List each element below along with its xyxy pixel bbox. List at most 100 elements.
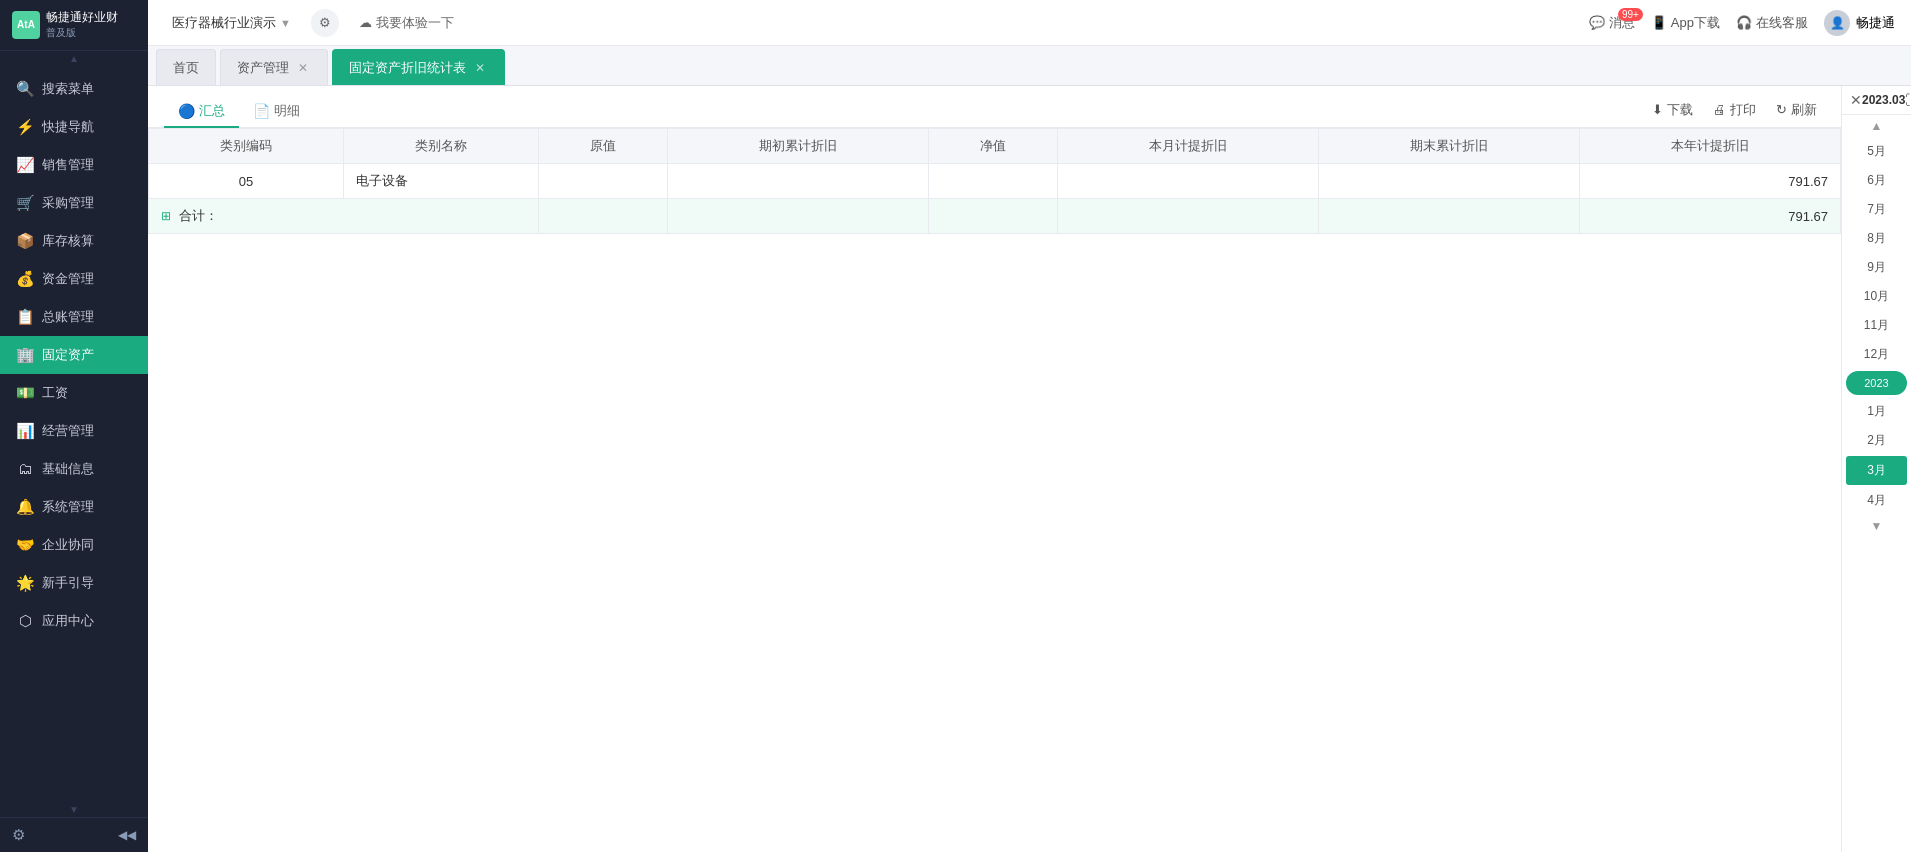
date-month-7[interactable]: 7月 xyxy=(1842,195,1911,224)
sidebar-item-system[interactable]: 🔔 系统管理 xyxy=(0,488,148,526)
sidebar: AtA 畅捷通好业财 普及版 ▲ 🔍 搜索菜单 ⚡ 快捷导航 📈 销售管理 🛒 … xyxy=(0,0,148,852)
settings-icon[interactable]: ⚙ xyxy=(12,826,25,844)
trial-label: 我要体验一下 xyxy=(376,14,454,32)
depreciation-table: 类别编码 类别名称 原值 期初累计折旧 净值 本月计提折旧 期末累计折旧 本年计… xyxy=(148,128,1841,234)
scroll-down-btn[interactable]: ▼ xyxy=(0,802,148,817)
company-name: 医疗器械行业演示 xyxy=(172,14,276,32)
sidebar-item-inventory-label: 库存核算 xyxy=(42,232,94,250)
quicknav-icon: ⚡ xyxy=(16,118,34,136)
sidebar-item-inventory[interactable]: 📦 库存核算 xyxy=(0,222,148,260)
cell-code: 05 xyxy=(149,164,344,199)
main-area: 医疗器械行业演示 ▼ ⚙ ☁ 我要体验一下 💬 消息 99+ 📱 App下载 🎧… xyxy=(148,0,1911,852)
inventory-icon: 📦 xyxy=(16,232,34,250)
app-logo: AtA 畅捷通好业财 普及版 xyxy=(0,0,148,51)
date-year-2023[interactable]: 2023 xyxy=(1846,371,1907,395)
cell-annual-depreciation: 791.67 xyxy=(1580,164,1841,199)
user-area[interactable]: 👤 畅捷通 xyxy=(1824,10,1895,36)
th-annual-depreciation: 本年计提折旧 xyxy=(1580,129,1841,164)
sidebar-item-fixed[interactable]: 🏢 固定资产 xyxy=(0,336,148,374)
date-month-11[interactable]: 11月 xyxy=(1842,311,1911,340)
tab-home[interactable]: 首页 xyxy=(156,49,216,85)
sidebar-item-guide-label: 新手引导 xyxy=(42,574,94,592)
tab-depreciation-label: 固定资产折旧统计表 xyxy=(349,59,466,77)
tab-depreciation-close[interactable]: ✕ xyxy=(472,60,488,76)
refresh-label: 刷新 xyxy=(1791,101,1817,119)
fixed-icon: 🏢 xyxy=(16,346,34,364)
download-icon: 📱 xyxy=(1651,15,1667,30)
customer-service-btn[interactable]: 🎧 在线客服 xyxy=(1736,14,1808,32)
collapse-icon[interactable]: ◀◀ xyxy=(118,828,136,842)
date-month-4[interactable]: 4月 xyxy=(1842,486,1911,515)
tab-asset-mgmt[interactable]: 资产管理 ✕ xyxy=(220,49,328,85)
date-month-6[interactable]: 6月 xyxy=(1842,166,1911,195)
sidebar-item-appcenter-label: 应用中心 xyxy=(42,612,94,630)
date-month-9[interactable]: 9月 xyxy=(1842,253,1911,282)
refresh-icon: ↻ xyxy=(1776,102,1787,117)
scroll-up-btn[interactable]: ▲ xyxy=(0,51,148,66)
date-month-5[interactable]: 5月 xyxy=(1842,137,1911,166)
trial-icon: ☁ xyxy=(359,15,372,30)
date-month-8[interactable]: 8月 xyxy=(1842,224,1911,253)
sidebar-item-ledger-label: 总账管理 xyxy=(42,308,94,326)
sidebar-item-quicknav[interactable]: ⚡ 快捷导航 xyxy=(0,108,148,146)
date-panel-close[interactable]: ✕ xyxy=(1850,92,1862,108)
date-month-2[interactable]: 2月 xyxy=(1842,426,1911,455)
username: 畅捷通 xyxy=(1856,14,1895,32)
date-panel-expand[interactable]: ⛶ xyxy=(1905,92,1911,108)
sidebar-item-salary[interactable]: 💵 工资 xyxy=(0,374,148,412)
settings-button[interactable]: ⚙ xyxy=(311,9,339,37)
sidebar-item-guide[interactable]: 🌟 新手引导 xyxy=(0,564,148,602)
date-month-12[interactable]: 12月 xyxy=(1842,340,1911,369)
tab-depreciation[interactable]: 固定资产折旧统计表 ✕ xyxy=(332,49,505,85)
date-month-1[interactable]: 1月 xyxy=(1842,397,1911,426)
sidebar-item-search-label: 搜索菜单 xyxy=(42,80,94,98)
date-month-10[interactable]: 10月 xyxy=(1842,282,1911,311)
sidebar-item-search[interactable]: 🔍 搜索菜单 xyxy=(0,70,148,108)
date-panel-header: ✕ 2023.03 ⛶ xyxy=(1842,86,1911,115)
sidebar-item-system-label: 系统管理 xyxy=(42,498,94,516)
th-code: 类别编码 xyxy=(149,129,344,164)
sidebar-item-basic-label: 基础信息 xyxy=(42,460,94,478)
sidebar-item-operations[interactable]: 📊 经营管理 xyxy=(0,412,148,450)
table-header-row: 类别编码 类别名称 原值 期初累计折旧 净值 本月计提折旧 期末累计折旧 本年计… xyxy=(149,129,1841,164)
notification-icon: 💬 xyxy=(1589,15,1605,30)
company-selector[interactable]: 医疗器械行业演示 ▼ xyxy=(164,10,299,36)
sidebar-item-sales[interactable]: 📈 销售管理 xyxy=(0,146,148,184)
date-month-3-current[interactable]: 3月 xyxy=(1846,456,1907,485)
th-opening-accumulated: 期初累计折旧 xyxy=(668,129,929,164)
download-icon: ⬇ xyxy=(1652,102,1663,117)
sub-tab-detail[interactable]: 📄 明细 xyxy=(239,96,314,128)
sidebar-item-finance[interactable]: 💰 资金管理 xyxy=(0,260,148,298)
sidebar-item-basic[interactable]: 🗂 基础信息 xyxy=(0,450,148,488)
sidebar-item-purchase[interactable]: 🛒 采购管理 xyxy=(0,184,148,222)
sidebar-item-appcenter[interactable]: ⬡ 应用中心 xyxy=(0,602,148,640)
total-cell-label: ⊞ 合计： xyxy=(149,199,539,234)
sidebar-item-ledger[interactable]: 📋 总账管理 xyxy=(0,298,148,336)
cell-original-value xyxy=(539,164,668,199)
service-label: 在线客服 xyxy=(1756,14,1808,32)
print-btn[interactable]: 🖨 打印 xyxy=(1705,97,1764,123)
detail-tab-label: 明细 xyxy=(274,102,300,120)
system-icon: 🔔 xyxy=(16,498,34,516)
date-scroll-up[interactable]: ▲ xyxy=(1842,115,1911,137)
app-download-label: App下载 xyxy=(1671,14,1720,32)
purchase-icon: 🛒 xyxy=(16,194,34,212)
tab-asset-mgmt-close[interactable]: ✕ xyxy=(295,60,311,76)
sidebar-item-enterprise[interactable]: 🤝 企业协同 xyxy=(0,526,148,564)
sidebar-nav: 🔍 搜索菜单 ⚡ 快捷导航 📈 销售管理 🛒 采购管理 📦 库存核算 💰 资金管… xyxy=(0,66,148,802)
cell-net-value xyxy=(929,164,1058,199)
notification-btn[interactable]: 💬 消息 99+ xyxy=(1589,14,1635,32)
enterprise-icon: 🤝 xyxy=(16,536,34,554)
finance-icon: 💰 xyxy=(16,270,34,288)
refresh-btn[interactable]: ↻ 刷新 xyxy=(1768,97,1825,123)
date-scroll-down[interactable]: ▼ xyxy=(1842,515,1911,537)
sub-tabs: 🔵 汇总 📄 明细 ⬇ 下载 🖨 打印 xyxy=(148,86,1841,128)
sub-tab-summary[interactable]: 🔵 汇总 xyxy=(164,96,239,128)
download-btn[interactable]: ⬇ 下载 xyxy=(1644,97,1701,123)
sidebar-item-fixed-label: 固定资产 xyxy=(42,346,94,364)
trial-button[interactable]: ☁ 我要体验一下 xyxy=(351,10,462,36)
th-monthly-depreciation: 本月计提折旧 xyxy=(1058,129,1319,164)
th-original-value: 原值 xyxy=(539,129,668,164)
app-download-btn[interactable]: 📱 App下载 xyxy=(1651,14,1720,32)
th-net-value: 净值 xyxy=(929,129,1058,164)
